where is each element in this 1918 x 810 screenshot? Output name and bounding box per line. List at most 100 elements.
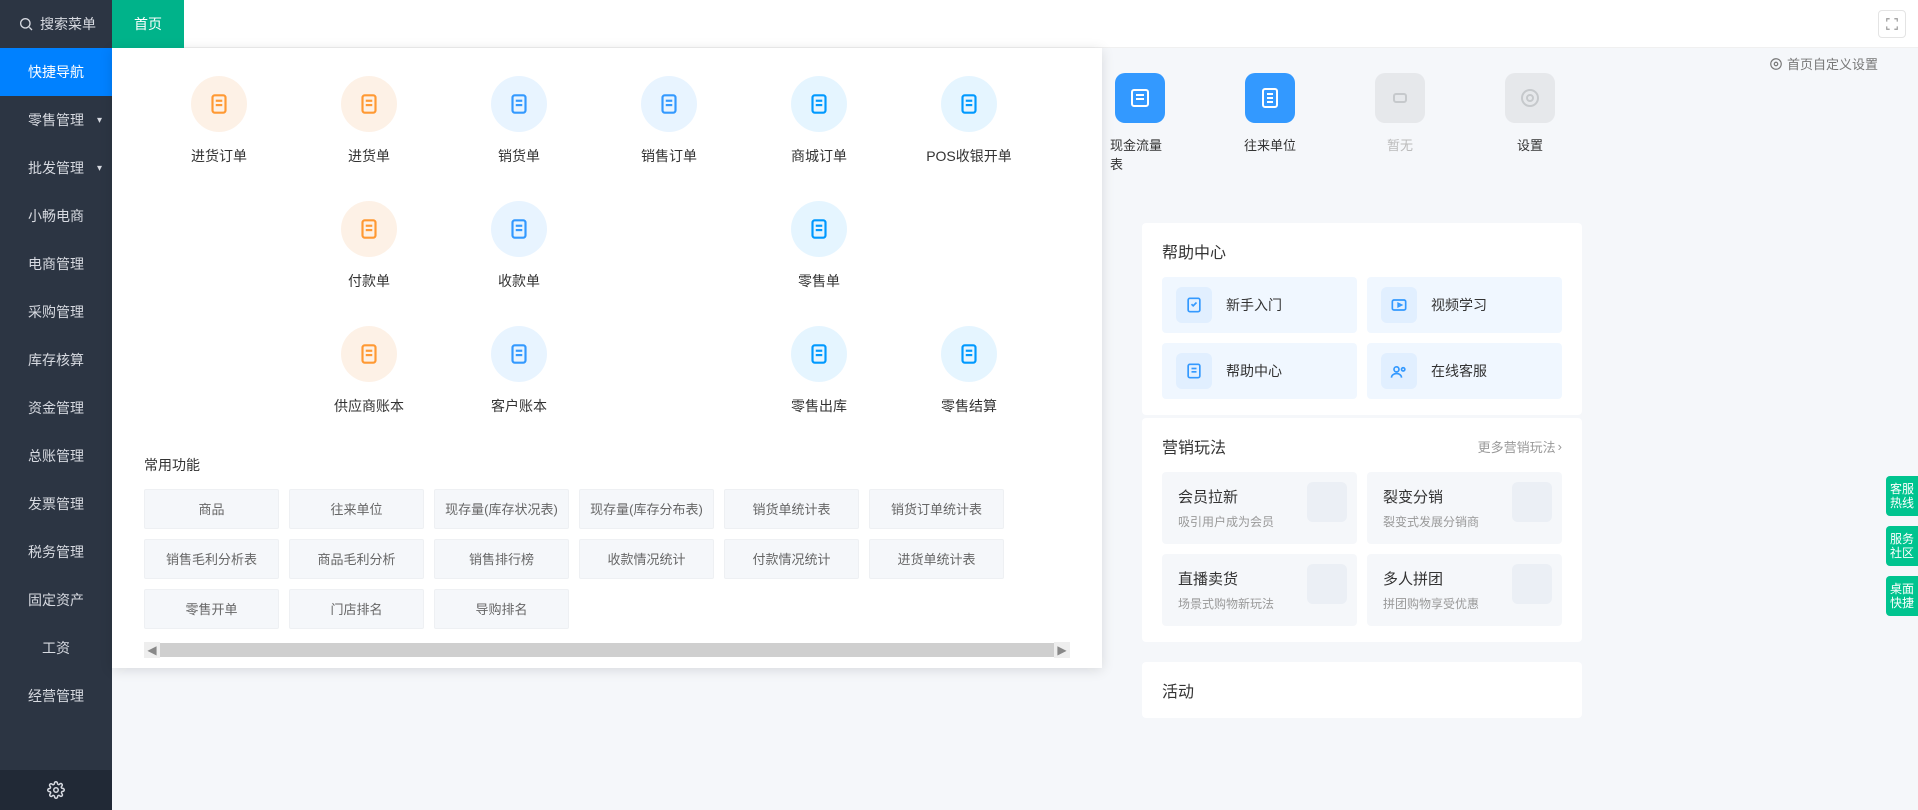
sidebar-item-label: 小畅电商 <box>28 206 84 226</box>
flow-node[interactable]: 零售出库 <box>744 326 894 416</box>
flow-node[interactable]: 客户账本 <box>444 326 594 416</box>
shortcut-icon <box>1115 73 1165 123</box>
flow-node[interactable]: 付款单 <box>294 201 444 291</box>
sidebar-settings-footer[interactable] <box>0 770 112 810</box>
help-item[interactable]: 新手入门 <box>1162 277 1357 333</box>
topbar: 首页 <box>112 0 1918 48</box>
sidebar-item[interactable]: 小畅电商 <box>0 192 112 240</box>
common-function-button[interactable]: 导购排名 <box>434 589 569 629</box>
sidebar-item[interactable]: 快捷导航 <box>0 48 112 96</box>
help-item[interactable]: 视频学习 <box>1367 277 1562 333</box>
sidebar-item[interactable]: 固定资产 <box>0 576 112 624</box>
common-function-button[interactable]: 销货单统计表 <box>724 489 859 529</box>
marketing-bg-icon <box>1307 564 1347 604</box>
flow-node[interactable]: 进货单 <box>294 76 444 166</box>
common-function-button[interactable]: 销售毛利分析表 <box>144 539 279 579</box>
shortcut-row: 现金流量表 往来单位暂无 设置 <box>1102 73 1888 173</box>
flow-node[interactable]: 零售结算 <box>894 326 1044 416</box>
chevron-down-icon: ▾ <box>97 163 102 174</box>
sidebar-item[interactable]: 电商管理 <box>0 240 112 288</box>
scroll-thumb[interactable] <box>160 643 1054 657</box>
gear-icon <box>1769 57 1783 71</box>
tab-home[interactable]: 首页 <box>112 0 184 48</box>
common-function-button[interactable]: 零售开单 <box>144 589 279 629</box>
flow-node[interactable]: 销售订单 <box>594 76 744 166</box>
flow-node-label: 进货订单 <box>191 146 247 166</box>
common-function-button[interactable]: 销售排行榜 <box>434 539 569 579</box>
marketing-item[interactable]: 多人拼团拼团购物享受优惠 <box>1367 554 1562 626</box>
float-tab-desktop[interactable]: 桌面快捷 <box>1886 576 1918 616</box>
gear-icon <box>47 781 65 799</box>
help-item-label: 在线客服 <box>1431 361 1487 381</box>
common-function-button[interactable]: 商品 <box>144 489 279 529</box>
help-item[interactable]: 帮助中心 <box>1162 343 1357 399</box>
help-item-icon <box>1176 353 1212 389</box>
float-tab-hotline[interactable]: 客服热线 <box>1886 476 1918 516</box>
sidebar-item[interactable]: 批发管理 ▾ <box>0 144 112 192</box>
shortcut-item[interactable]: 设置 <box>1500 73 1560 154</box>
sidebar-item-label: 采购管理 <box>28 302 84 322</box>
sidebar-item-label: 零售管理 <box>28 110 84 130</box>
common-function-button[interactable]: 销货订单统计表 <box>869 489 1004 529</box>
sidebar-item-label: 工资 <box>42 638 70 658</box>
activity-title: 活动 <box>1162 678 1562 702</box>
scroll-left-button[interactable]: ◀ <box>144 642 160 658</box>
common-function-button[interactable]: 现存量(库存状况表) <box>434 489 569 529</box>
sidebar-item[interactable]: 工资 <box>0 624 112 672</box>
fullscreen-button[interactable] <box>1878 10 1906 38</box>
shortcut-item[interactable]: 往来单位 <box>1240 73 1300 154</box>
sidebar-item-label: 资金管理 <box>28 398 84 418</box>
flow-node[interactable]: 进货订单 <box>144 76 294 166</box>
common-function-button[interactable]: 收款情况统计 <box>579 539 714 579</box>
float-tab-community[interactable]: 服务社区 <box>1886 526 1918 566</box>
sidebar-item-label: 发票管理 <box>28 494 84 514</box>
flow-node[interactable]: POS收银开单 <box>894 76 1044 166</box>
help-item-label: 视频学习 <box>1431 295 1487 315</box>
common-function-button[interactable]: 进货单统计表 <box>869 539 1004 579</box>
sidebar-item[interactable]: 经营管理 <box>0 672 112 720</box>
common-function-button[interactable]: 商品毛利分析 <box>289 539 424 579</box>
flow-node[interactable]: 供应商账本 <box>294 326 444 416</box>
shortcut-icon <box>1375 73 1425 123</box>
flow-node[interactable]: 销货单 <box>444 76 594 166</box>
marketing-item[interactable]: 会员拉新吸引用户成为会员 <box>1162 472 1357 544</box>
activity-panel: 活动 <box>1142 662 1582 718</box>
search-icon <box>18 16 34 32</box>
common-functions-title: 常用功能 <box>144 455 1070 475</box>
shortcut-item[interactable]: 现金流量表 <box>1110 73 1170 173</box>
marketing-item[interactable]: 直播卖货场景式购物新玩法 <box>1162 554 1357 626</box>
sidebar-item[interactable]: 发票管理 <box>0 480 112 528</box>
flow-node[interactable]: 商城订单 <box>744 76 894 166</box>
flow-node-label: 零售结算 <box>941 396 997 416</box>
marketing-bg-icon <box>1512 482 1552 522</box>
sidebar-item-label: 批发管理 <box>28 158 84 178</box>
flow-node-label: 零售单 <box>798 271 840 291</box>
common-function-button[interactable]: 往来单位 <box>289 489 424 529</box>
horizontal-scrollbar[interactable]: ◀ ▶ <box>144 642 1070 658</box>
shortcut-item[interactable]: 暂无 <box>1370 73 1430 154</box>
common-function-button[interactable]: 付款情况统计 <box>724 539 859 579</box>
scroll-track[interactable] <box>160 643 1054 657</box>
flow-node[interactable]: 零售单 <box>744 201 894 291</box>
marketing-item[interactable]: 裂变分销裂变式发展分销商 <box>1367 472 1562 544</box>
flow-node[interactable]: 收款单 <box>444 201 594 291</box>
sidebar-item[interactable]: 采购管理 <box>0 288 112 336</box>
customize-homepage-link[interactable]: 首页自定义设置 <box>1769 54 1878 73</box>
marketing-bg-icon <box>1307 482 1347 522</box>
common-function-button[interactable]: 门店排名 <box>289 589 424 629</box>
sidebar-item[interactable]: 总账管理 <box>0 432 112 480</box>
marketing-bg-icon <box>1512 564 1552 604</box>
scroll-right-button[interactable]: ▶ <box>1054 642 1070 658</box>
sidebar-item[interactable]: 税务管理 <box>0 528 112 576</box>
flow-node-icon <box>191 76 247 132</box>
sidebar-item[interactable]: 库存核算 <box>0 336 112 384</box>
common-function-button[interactable]: 现存量(库存分布表) <box>579 489 714 529</box>
sidebar-search[interactable]: 搜索菜单 <box>0 0 112 48</box>
sidebar-item[interactable]: 零售管理▾ <box>0 96 112 144</box>
quicknav-flyout: 进货订单 进货单销货单销售订单商城订单POS收银开单付款单收款单 零售单供应商账本客… <box>112 48 1102 668</box>
marketing-more-link[interactable]: 更多营销玩法› <box>1478 437 1562 456</box>
shortcut-label: 暂无 <box>1387 135 1413 154</box>
help-item[interactable]: 在线客服 <box>1367 343 1562 399</box>
flow-node-label: 收款单 <box>498 271 540 291</box>
sidebar-item[interactable]: 资金管理 <box>0 384 112 432</box>
